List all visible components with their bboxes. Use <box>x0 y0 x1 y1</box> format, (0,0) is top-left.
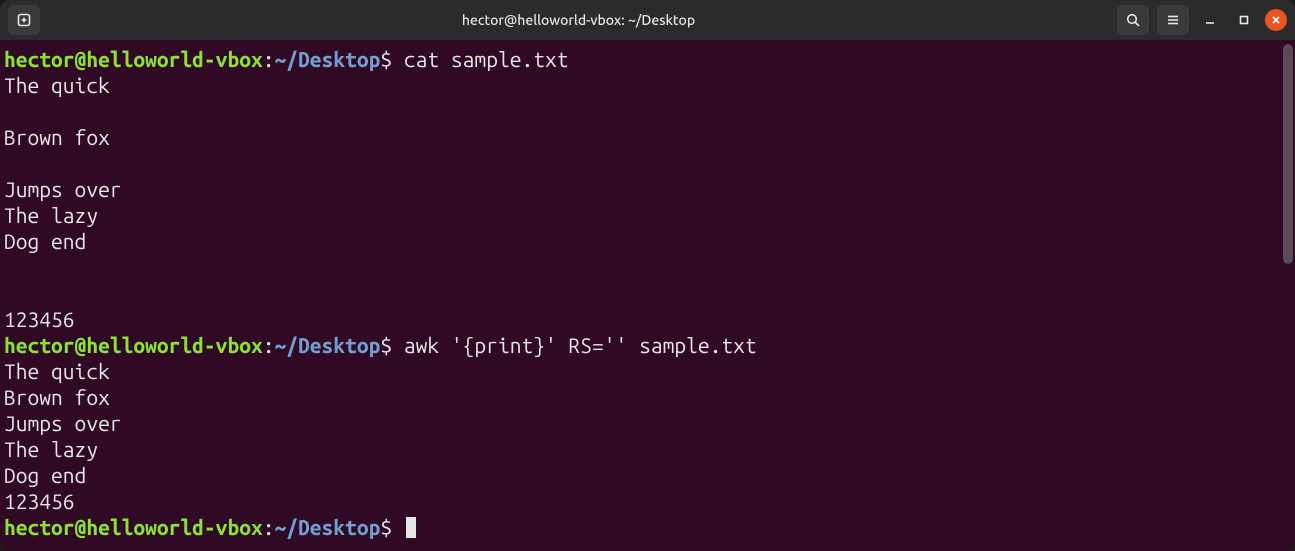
output-line <box>4 98 1291 124</box>
prompt-symbol: $ <box>380 515 404 539</box>
command-text: cat sample.txt <box>404 47 569 71</box>
output-line: The lazy <box>4 202 1291 228</box>
titlebar: hector@helloworld-vbox: ~/Desktop <box>0 0 1295 40</box>
terminal-window: hector@helloworld-vbox: ~/Desktop <box>0 0 1295 551</box>
output-line <box>4 280 1291 306</box>
output-line: 123456 <box>4 488 1291 514</box>
window-title: hector@helloworld-vbox: ~/Desktop <box>40 12 1117 28</box>
prompt-path: ~/Desktop <box>275 47 381 71</box>
output-line: Dog end <box>4 228 1291 254</box>
prompt-line: hector@helloworld-vbox:~/Desktop$ awk '{… <box>4 332 1291 358</box>
cursor <box>406 517 416 538</box>
minimize-icon <box>1204 14 1216 26</box>
command-text: awk '{print}' RS='' sample.txt <box>404 333 757 357</box>
output-line: The lazy <box>4 436 1291 462</box>
prompt-user-host: hector@helloworld-vbox <box>4 515 263 539</box>
prompt-line: hector@helloworld-vbox:~/Desktop$ <box>4 514 1291 540</box>
output-line: Jumps over <box>4 410 1291 436</box>
new-tab-icon <box>16 12 32 28</box>
prompt-path: ~/Desktop <box>275 515 381 539</box>
hamburger-icon <box>1165 12 1181 28</box>
output-line: Brown fox <box>4 384 1291 410</box>
search-icon <box>1125 12 1141 28</box>
prompt-user-host: hector@helloworld-vbox <box>4 333 263 357</box>
maximize-icon <box>1238 14 1250 26</box>
scrollbar-thumb[interactable] <box>1283 44 1293 264</box>
terminal-body[interactable]: hector@helloworld-vbox:~/Desktop$ cat sa… <box>0 40 1295 551</box>
prompt-colon: : <box>263 47 275 71</box>
menu-button[interactable] <box>1157 5 1189 35</box>
output-line: The quick <box>4 72 1291 98</box>
maximize-button[interactable] <box>1231 7 1257 33</box>
output-line: 123456 <box>4 306 1291 332</box>
close-button[interactable] <box>1265 9 1287 31</box>
prompt-line: hector@helloworld-vbox:~/Desktop$ cat sa… <box>4 46 1291 72</box>
output-line: Jumps over <box>4 176 1291 202</box>
close-icon <box>1271 15 1281 25</box>
search-button[interactable] <box>1117 5 1149 35</box>
output-line <box>4 150 1291 176</box>
prompt-colon: : <box>263 515 275 539</box>
prompt-symbol: $ <box>380 47 404 71</box>
prompt-user-host: hector@helloworld-vbox <box>4 47 263 71</box>
prompt-colon: : <box>263 333 275 357</box>
new-tab-button[interactable] <box>8 5 40 35</box>
minimize-button[interactable] <box>1197 7 1223 33</box>
prompt-path: ~/Desktop <box>275 333 381 357</box>
prompt-symbol: $ <box>380 333 404 357</box>
output-line: The quick <box>4 358 1291 384</box>
output-line: Brown fox <box>4 124 1291 150</box>
output-line: Dog end <box>4 462 1291 488</box>
output-line <box>4 254 1291 280</box>
